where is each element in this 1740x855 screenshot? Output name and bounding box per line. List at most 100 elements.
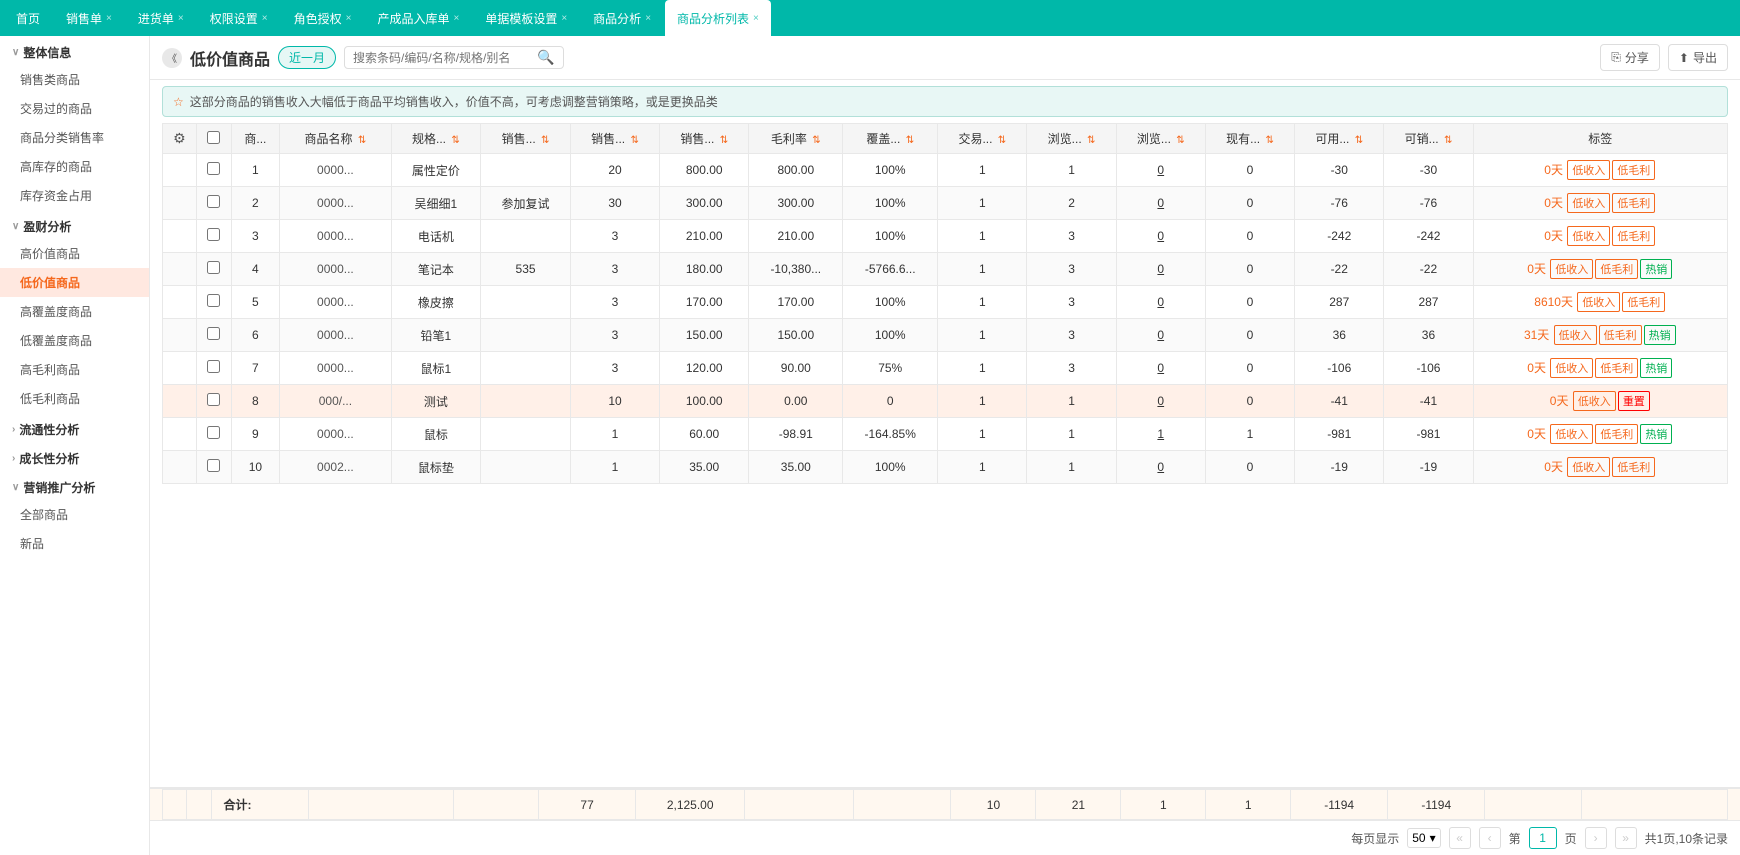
- sidebar-item-new-goods[interactable]: 新品: [0, 529, 149, 558]
- row-checkbox-cell[interactable]: [196, 418, 231, 451]
- next-page-button[interactable]: ›: [1585, 827, 1607, 849]
- sidebar-item-category-rate[interactable]: 商品分类销售率: [0, 123, 149, 152]
- row-checkbox[interactable]: [207, 228, 220, 241]
- row-col7[interactable]: 1: [1116, 418, 1205, 451]
- row-col7[interactable]: 0: [1116, 385, 1205, 418]
- row-col2: 800.00: [660, 154, 749, 187]
- page-size-select[interactable]: 50 ▾: [1407, 828, 1440, 848]
- browse2-link[interactable]: 0: [1157, 295, 1164, 309]
- row-checkbox[interactable]: [207, 261, 220, 274]
- sidebar-group-marketing[interactable]: ∨ 营销推广分析: [0, 471, 149, 500]
- row-checkbox[interactable]: [207, 426, 220, 439]
- row-col7[interactable]: 0: [1116, 154, 1205, 187]
- search-input[interactable]: [353, 51, 533, 65]
- col-checkbox[interactable]: [196, 124, 231, 154]
- sidebar-group-overall[interactable]: ∨ 整体信息: [0, 36, 149, 65]
- sidebar-item-traded[interactable]: 交易过的商品: [0, 94, 149, 123]
- row-checkbox-cell[interactable]: [196, 319, 231, 352]
- table-container[interactable]: ⚙ 商... 商品名称 ⇅ 规格... ⇅ 销售... ⇅ 销售... ⇅ 销售…: [150, 123, 1740, 787]
- col-settings[interactable]: ⚙: [163, 124, 197, 154]
- row-col7[interactable]: 0: [1116, 220, 1205, 253]
- sidebar-group-circulation[interactable]: › 流通性分析: [0, 413, 149, 442]
- sidebar-item-high-stock[interactable]: 高库存的商品: [0, 152, 149, 181]
- browse2-link[interactable]: 1: [1157, 427, 1164, 441]
- collapse-sidebar-button[interactable]: 《: [162, 48, 182, 68]
- nav-tab-product-in[interactable]: 产成品入库单 ×: [365, 0, 471, 36]
- nav-tab-product-analysis-close[interactable]: ×: [645, 13, 651, 24]
- row-checkbox[interactable]: [207, 162, 220, 175]
- nav-tab-template-close[interactable]: ×: [561, 13, 567, 24]
- browse2-link[interactable]: 0: [1157, 262, 1164, 276]
- row-col7[interactable]: 0: [1116, 187, 1205, 220]
- sidebar-group-growth[interactable]: › 成长性分析: [0, 442, 149, 471]
- settings-icon[interactable]: ⚙: [173, 130, 186, 146]
- row-checkbox[interactable]: [207, 459, 220, 472]
- sidebar-item-sales-goods[interactable]: 销售类商品: [0, 65, 149, 94]
- row-checkbox[interactable]: [207, 393, 220, 406]
- nav-tab-permission-close[interactable]: ×: [262, 13, 268, 24]
- row-col7[interactable]: 0: [1116, 451, 1205, 484]
- nav-tab-role-close[interactable]: ×: [346, 13, 352, 24]
- row-col10: -19: [1384, 451, 1473, 484]
- sidebar-item-low-value[interactable]: 低价值商品: [0, 268, 149, 297]
- current-page-input[interactable]: 1: [1529, 827, 1557, 849]
- last-page-button[interactable]: »: [1615, 827, 1637, 849]
- row-checkbox[interactable]: [207, 195, 220, 208]
- share-button[interactable]: ⎘ 分享: [1600, 44, 1660, 71]
- sidebar-item-high-coverage[interactable]: 高覆盖度商品: [0, 297, 149, 326]
- row-checkbox-cell[interactable]: [196, 187, 231, 220]
- row-col7[interactable]: 0: [1116, 253, 1205, 286]
- nav-tab-sales-close[interactable]: ×: [106, 13, 112, 24]
- nav-tab-permission[interactable]: 权限设置 ×: [198, 0, 280, 36]
- browse2-link[interactable]: 0: [1157, 163, 1164, 177]
- row-checkbox-cell[interactable]: [196, 220, 231, 253]
- browse2-link[interactable]: 0: [1157, 328, 1164, 342]
- browse2-link[interactable]: 0: [1157, 394, 1164, 408]
- row-col7[interactable]: 0: [1116, 286, 1205, 319]
- row-checkbox-cell[interactable]: [196, 385, 231, 418]
- sidebar-group-circulation-toggle[interactable]: ›: [12, 424, 15, 435]
- row-checkbox-cell[interactable]: [196, 352, 231, 385]
- row-checkbox[interactable]: [207, 360, 220, 373]
- sidebar-group-profit[interactable]: ∨ 盈财分析: [0, 210, 149, 239]
- nav-tab-product-list[interactable]: 商品分析列表 ×: [665, 0, 771, 36]
- sidebar-item-all-goods[interactable]: 全部商品: [0, 500, 149, 529]
- sidebar-item-high-value[interactable]: 高价值商品: [0, 239, 149, 268]
- row-checkbox[interactable]: [207, 294, 220, 307]
- sidebar-group-profit-toggle[interactable]: ∨: [12, 221, 19, 232]
- nav-tab-purchase[interactable]: 进货单 ×: [126, 0, 196, 36]
- filter-month-button[interactable]: 近一月: [278, 46, 336, 69]
- nav-tab-home[interactable]: 首页: [4, 0, 52, 36]
- row-checkbox-cell[interactable]: [196, 451, 231, 484]
- row-checkbox[interactable]: [207, 327, 220, 340]
- nav-tab-product-list-close[interactable]: ×: [753, 13, 759, 24]
- sidebar-group-marketing-toggle[interactable]: ∨: [12, 482, 19, 493]
- row-col7[interactable]: 0: [1116, 319, 1205, 352]
- row-col1: 20: [570, 154, 659, 187]
- nav-tab-sales[interactable]: 销售单 ×: [54, 0, 124, 36]
- row-checkbox-cell[interactable]: [196, 286, 231, 319]
- sidebar-item-low-coverage[interactable]: 低覆盖度商品: [0, 326, 149, 355]
- nav-tab-template[interactable]: 单据模板设置 ×: [473, 0, 579, 36]
- first-page-button[interactable]: «: [1449, 827, 1471, 849]
- nav-tab-product-in-close[interactable]: ×: [453, 13, 459, 24]
- select-all-checkbox[interactable]: [207, 131, 220, 144]
- row-checkbox-cell[interactable]: [196, 253, 231, 286]
- nav-tab-purchase-close[interactable]: ×: [178, 13, 184, 24]
- browse2-link[interactable]: 0: [1157, 196, 1164, 210]
- row-checkbox-cell[interactable]: [196, 154, 231, 187]
- row-col7[interactable]: 0: [1116, 352, 1205, 385]
- sidebar-item-stock-fund[interactable]: 库存资金占用: [0, 181, 149, 210]
- sidebar-group-overall-toggle[interactable]: ∨: [12, 47, 19, 58]
- prev-page-button[interactable]: ‹: [1479, 827, 1501, 849]
- nav-tab-product-analysis[interactable]: 商品分析 ×: [581, 0, 663, 36]
- browse2-link[interactable]: 0: [1157, 361, 1164, 375]
- search-icon[interactable]: 🔍: [537, 49, 554, 66]
- export-button[interactable]: ⬆ 导出: [1668, 44, 1728, 71]
- sidebar-item-low-profit[interactable]: 低毛利商品: [0, 384, 149, 413]
- browse2-link[interactable]: 0: [1157, 229, 1164, 243]
- nav-tab-role[interactable]: 角色授权 ×: [282, 0, 364, 36]
- sidebar-group-growth-toggle[interactable]: ›: [12, 453, 15, 464]
- sidebar-item-high-profit[interactable]: 高毛利商品: [0, 355, 149, 384]
- browse2-link[interactable]: 0: [1157, 460, 1164, 474]
